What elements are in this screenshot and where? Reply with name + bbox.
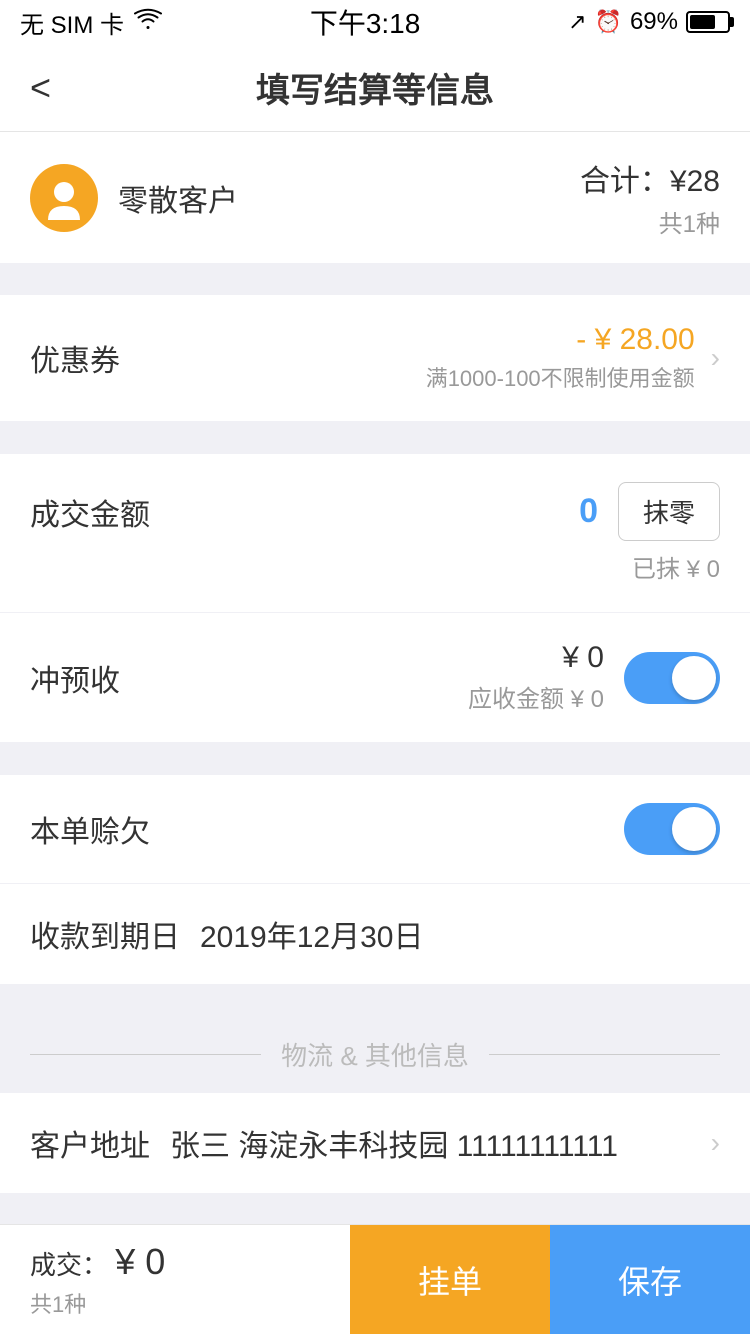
transaction-right: 0 抹零 (579, 482, 720, 541)
deal-amount: ¥ 0 (115, 1241, 165, 1282)
page-title: 填写结算等信息 (256, 63, 494, 112)
alarm-icon: ⏰ (595, 9, 622, 35)
coupon-label: 优惠券 (30, 336, 120, 380)
wifi-icon (134, 8, 162, 37)
address-chevron-icon: › (711, 1127, 720, 1159)
coupon-section: 优惠券 - ¥ 28.00 满1000-100不限制使用金额 › (0, 295, 750, 422)
credit-section: 本单赊欠 收款到期日 2019年12月30日 (0, 775, 750, 984)
bottom-bar: 成交： ¥ 0 共1种 挂单 保存 (0, 1224, 750, 1334)
credit-toggle[interactable] (624, 803, 720, 855)
status-right: ↗ ⏰ 69% (568, 8, 730, 36)
logistics-line-right (489, 1054, 720, 1055)
customer-name: 零散客户 (118, 176, 238, 220)
prepay-row: 冲预收 ¥ 0 应收金额 ¥ 0 (0, 613, 750, 743)
location-icon: ↗ (568, 9, 586, 35)
divider-2 (0, 438, 750, 454)
total-amount: 合计：¥28 (580, 156, 720, 200)
divider-1 (0, 279, 750, 295)
credit-row: 本单赊欠 (0, 775, 750, 883)
chevron-right-icon: › (711, 342, 720, 374)
bottom-deal-text: 成交： ¥ 0 (30, 1241, 320, 1283)
battery-icon (686, 8, 730, 36)
due-date-label: 收款到期日 (30, 912, 180, 956)
prepay-label: 冲预收 (30, 656, 120, 700)
customer-left: 零散客户 (30, 164, 238, 232)
deal-label: 成交： (30, 1250, 108, 1280)
address-value: 张三 海淀永丰科技园 11111111111 (170, 1121, 711, 1165)
prepay-toggle[interactable] (624, 652, 720, 704)
coupon-row[interactable]: 优惠券 - ¥ 28.00 满1000-100不限制使用金额 › (0, 295, 750, 422)
transaction-label: 成交金额 (30, 490, 150, 534)
logistics-text: 物流 & 其他信息 (261, 1036, 489, 1073)
discount-desc: 满1000-100不限制使用金额 (426, 361, 695, 393)
customer-section: 零散客户 合计：¥28 共1种 (0, 132, 750, 263)
prepay-amounts: ¥ 0 应收金额 ¥ 0 (468, 641, 604, 714)
transaction-row: 成交金额 0 抹零 已抹 ¥ 0 (0, 454, 750, 613)
save-button[interactable]: 保存 (550, 1225, 750, 1334)
round-btn[interactable]: 抹零 (618, 482, 720, 541)
transaction-top: 成交金额 0 抹零 (30, 482, 720, 541)
content-area: 零散客户 合计：¥28 共1种 优惠券 - ¥ 28.00 满1000-100不… (0, 132, 750, 1303)
status-time: 下午3:18 (310, 2, 421, 42)
divider-3 (0, 759, 750, 775)
coupon-right: - ¥ 28.00 满1000-100不限制使用金额 › (426, 323, 720, 393)
logistics-header: 物流 & 其他信息 (0, 1016, 750, 1093)
transaction-sub: 已抹 ¥ 0 (30, 549, 720, 584)
bottom-info: 成交： ¥ 0 共1种 (0, 1241, 350, 1319)
back-button[interactable]: < (30, 67, 51, 109)
prepay-right: ¥ 0 应收金额 ¥ 0 (468, 641, 720, 714)
bottom-count: 共1种 (30, 1287, 320, 1319)
credit-toggle-knob (672, 807, 716, 851)
battery-text: 69% (630, 8, 678, 36)
due-date-row: 收款到期日 2019年12月30日 (0, 883, 750, 984)
logistics-section: 物流 & 其他信息 (0, 1016, 750, 1093)
logistics-line-left (30, 1054, 261, 1055)
customer-total: 合计：¥28 共1种 (580, 156, 720, 239)
due-date-value: 2019年12月30日 (200, 912, 423, 956)
divider-4 (0, 1000, 750, 1016)
pending-button[interactable]: 挂单 (350, 1225, 550, 1334)
customer-row: 零散客户 合计：¥28 共1种 (0, 132, 750, 263)
address-label: 客户地址 (30, 1121, 150, 1165)
address-row[interactable]: 客户地址 张三 海淀永丰科技园 11111111111 › (0, 1093, 750, 1193)
status-left: 无 SIM 卡 (20, 5, 162, 40)
credit-label: 本单赊欠 (30, 807, 150, 851)
prepay-sub: 应收金额 ¥ 0 (468, 679, 604, 714)
discount-amount: - ¥ 28.00 (426, 323, 695, 357)
total-count: 共1种 (580, 204, 720, 239)
nav-bar: < 填写结算等信息 (0, 44, 750, 132)
prepay-value: ¥ 0 (468, 641, 604, 675)
avatar (30, 164, 98, 232)
toggle-knob (672, 656, 716, 700)
status-bar: 无 SIM 卡 下午3:18 ↗ ⏰ 69% (0, 0, 750, 44)
carrier-text: 无 SIM 卡 (20, 5, 124, 40)
transaction-section: 成交金额 0 抹零 已抹 ¥ 0 冲预收 ¥ 0 应收金额 ¥ 0 (0, 454, 750, 743)
coupon-value: - ¥ 28.00 满1000-100不限制使用金额 (426, 323, 695, 393)
transaction-value: 0 (579, 492, 598, 531)
